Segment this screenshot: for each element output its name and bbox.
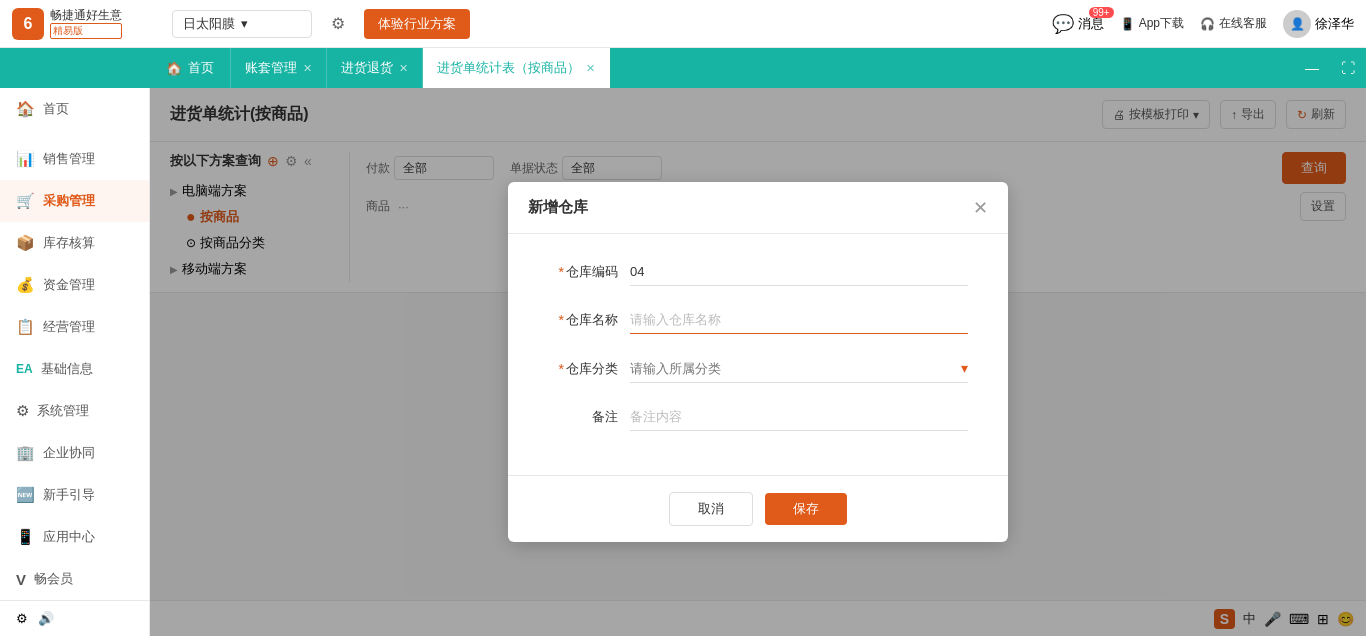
avatar: 👤 (1283, 10, 1311, 38)
dialog-add-warehouse: 新增仓库 ✕ * 仓库编码 * (508, 182, 1008, 542)
settings-bottom-icon[interactable]: ⚙ (16, 611, 28, 626)
dialog-header: 新增仓库 ✕ (508, 182, 1008, 234)
header-right: 💬 消息 99+ 📱 App下载 🎧 在线客服 👤 徐泽华 (1052, 10, 1354, 38)
tab-home[interactable]: 🏠 首页 (150, 48, 231, 88)
dialog-body: * 仓库编码 * 仓库名称 (508, 234, 1008, 475)
required-icon: * (559, 361, 564, 377)
enterprise-icon: 🏢 (16, 444, 35, 462)
nav-tabs: 🏠 首页 账套管理 ✕ 进货退货 ✕ 进货单统计表（按商品） ✕ — ⛶ (0, 48, 1366, 88)
guide-icon: 🆕 (16, 486, 35, 504)
code-input[interactable] (630, 258, 968, 286)
remark-label: 备注 (548, 408, 618, 426)
category-input[interactable] (630, 361, 961, 376)
sidebar-item-system[interactable]: ⚙ 系统管理 (0, 390, 149, 432)
minimize-icon[interactable]: — (1294, 48, 1330, 88)
sales-icon: 📊 (16, 150, 35, 168)
remark-input[interactable] (630, 403, 968, 431)
inventory-icon: 📦 (16, 234, 35, 252)
form-row-name: * 仓库名称 (548, 306, 968, 334)
name-input[interactable] (630, 306, 968, 334)
content-area: 进货单统计(按商品) 🖨 按模板打印 ▾ ↑ 导出 ↻ 刷新 (150, 88, 1366, 636)
tab-purchase-return[interactable]: 进货退货 ✕ (327, 48, 423, 88)
logo-area: 6 畅捷通好生意 精易版 (12, 8, 162, 40)
username: 徐泽华 (1315, 15, 1354, 33)
sidebar-item-home[interactable]: 🏠 首页 (0, 88, 149, 130)
home-icon: 🏠 (166, 61, 182, 76)
dialog-close-icon[interactable]: ✕ (973, 199, 988, 217)
sidebar-item-guide[interactable]: 🆕 新手引导 (0, 474, 149, 516)
main-layout: 🏠 首页 📊 销售管理 🛒 采购管理 📦 库存核算 💰 资金管理 📋 经营管理 … (0, 88, 1366, 636)
store-name: 日太阳膜 (183, 15, 235, 33)
home-icon: 🏠 (16, 100, 35, 118)
sidebar-item-finance[interactable]: 💰 资金管理 (0, 264, 149, 306)
top-header: 6 畅捷通好生意 精易版 日太阳膜 ▾ ⚙ 体验行业方案 💬 消息 99+ 📱 … (0, 0, 1366, 48)
speaker-icon[interactable]: 🔊 (38, 611, 54, 626)
user-area[interactable]: 👤 徐泽华 (1283, 10, 1354, 38)
experience-button[interactable]: 体验行业方案 (364, 9, 470, 39)
tab-close-icon[interactable]: ✕ (399, 62, 408, 75)
basic-info-icon: EA (16, 362, 33, 376)
sidebar-item-enterprise[interactable]: 🏢 企业协同 (0, 432, 149, 474)
app-badge: 精易版 (50, 23, 122, 39)
sidebar-item-vip[interactable]: V 畅会员 (0, 558, 149, 600)
messages-badge: 99+ (1089, 7, 1114, 18)
category-chevron-icon[interactable]: ▾ (961, 360, 968, 376)
save-button[interactable]: 保存 (765, 493, 847, 525)
operations-icon: 📋 (16, 318, 35, 336)
app-name: 畅捷通好生意 (50, 8, 122, 24)
sidebar-bottom: ⚙ 🔊 (0, 600, 149, 636)
dialog-footer: 取消 保存 (508, 475, 1008, 542)
cancel-button[interactable]: 取消 (669, 492, 753, 526)
tab-actions: — ⛶ (1294, 48, 1366, 88)
sidebar-item-sales[interactable]: 📊 销售管理 (0, 138, 149, 180)
appstore-icon: 📱 (16, 528, 35, 546)
form-row-code: * 仓库编码 (548, 258, 968, 286)
sidebar: 🏠 首页 📊 销售管理 🛒 采购管理 📦 库存核算 💰 资金管理 📋 经营管理 … (0, 88, 150, 636)
category-label: * 仓库分类 (548, 360, 618, 378)
tab-close-icon[interactable]: ✕ (586, 62, 595, 75)
headset-icon: 🎧 (1200, 17, 1215, 31)
required-icon: * (559, 312, 564, 328)
sidebar-item-operations[interactable]: 📋 经营管理 (0, 306, 149, 348)
settings-icon[interactable]: ⚙ (322, 8, 354, 40)
purchase-icon: 🛒 (16, 192, 35, 210)
sidebar-item-purchase[interactable]: 🛒 采购管理 (0, 180, 149, 222)
sidebar-item-basic-info[interactable]: EA 基础信息 (0, 348, 149, 390)
app-logo: 6 (12, 8, 44, 40)
code-label: * 仓库编码 (548, 263, 618, 281)
form-row-remark: 备注 (548, 403, 968, 431)
store-chevron-icon: ▾ (241, 16, 248, 31)
name-label: * 仓库名称 (548, 311, 618, 329)
finance-icon: 💰 (16, 276, 35, 294)
category-select-row: ▾ (630, 354, 968, 383)
dialog-title: 新增仓库 (528, 198, 588, 217)
phone-icon: 📱 (1120, 17, 1135, 31)
modal-overlay: 新增仓库 ✕ * 仓库编码 * (150, 88, 1366, 636)
tab-purchase-stats[interactable]: 进货单统计表（按商品） ✕ (423, 48, 610, 88)
messages-area[interactable]: 💬 消息 99+ (1052, 13, 1104, 35)
tab-close-icon[interactable]: ✕ (303, 62, 312, 75)
app-download-btn[interactable]: 📱 App下载 (1120, 15, 1184, 32)
online-service-btn[interactable]: 🎧 在线客服 (1200, 15, 1267, 32)
store-selector[interactable]: 日太阳膜 ▾ (172, 10, 312, 38)
required-icon: * (559, 264, 564, 280)
tab-account[interactable]: 账套管理 ✕ (231, 48, 327, 88)
sidebar-item-inventory[interactable]: 📦 库存核算 (0, 222, 149, 264)
vip-icon: V (16, 571, 26, 588)
form-row-category: * 仓库分类 ▾ (548, 354, 968, 383)
maximize-icon[interactable]: ⛶ (1330, 48, 1366, 88)
sidebar-item-appstore[interactable]: 📱 应用中心 (0, 516, 149, 558)
system-icon: ⚙ (16, 402, 29, 420)
